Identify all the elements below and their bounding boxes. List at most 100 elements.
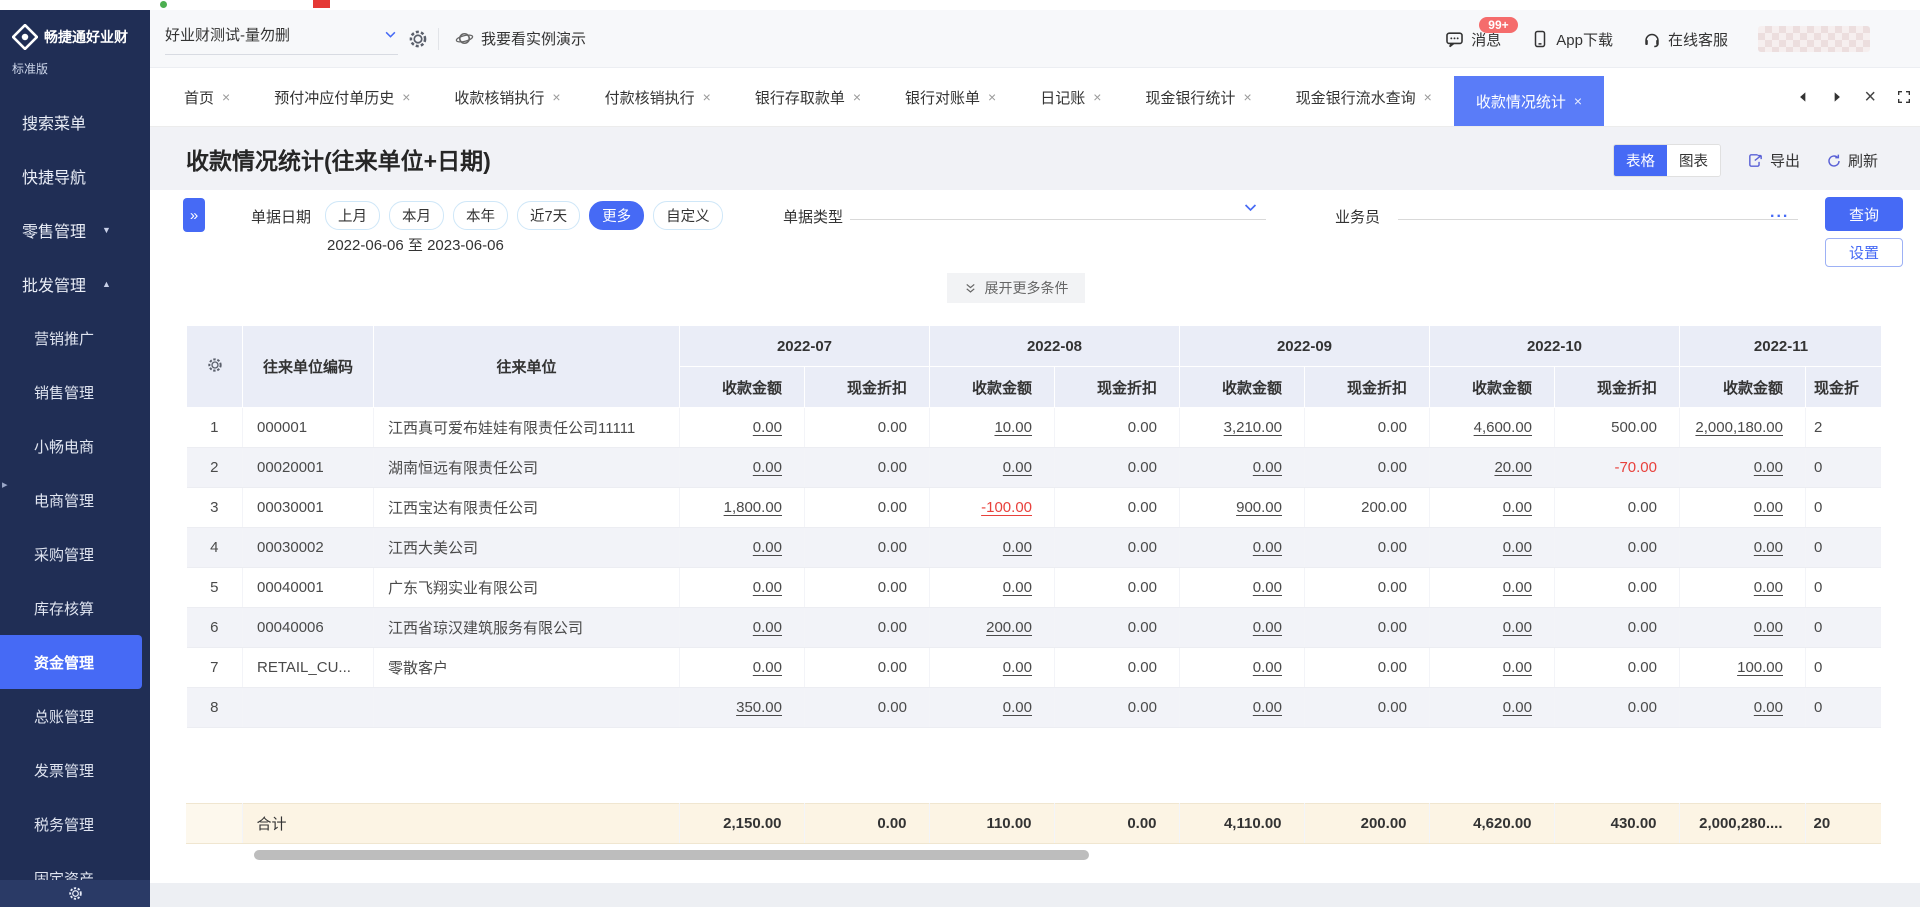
tab-close-icon[interactable]: × (1243, 89, 1251, 105)
amount-link[interactable]: 0.00 (1754, 499, 1783, 516)
salesman-field[interactable] (1398, 190, 1798, 220)
tab-close-icon[interactable]: × (1424, 89, 1432, 105)
amount-link[interactable]: 0.00 (753, 579, 782, 596)
date-pill-更多[interactable]: 更多 (589, 201, 645, 230)
expand-more-filters-button[interactable]: 展开更多条件 (946, 273, 1085, 303)
demo-link[interactable]: 我要看实例演示 (455, 28, 586, 49)
amount-link[interactable]: 0.00 (1253, 579, 1282, 596)
tab-银行存取款单[interactable]: 银行存取款单 × (733, 68, 883, 126)
tab-scroll-right-icon[interactable] (1830, 90, 1844, 104)
sidebar-item-搜索菜单[interactable]: 搜索菜单 (0, 95, 150, 149)
sidebar-item-采购管理[interactable]: 采购管理 (0, 527, 150, 581)
date-pill-上月[interactable]: 上月 (325, 201, 380, 230)
date-pill-本月[interactable]: 本月 (389, 201, 444, 230)
sidebar-item-税务管理[interactable]: 税务管理 (0, 797, 150, 851)
amount-link[interactable]: 0.00 (753, 539, 782, 556)
date-range-value[interactable]: 2022-06-06 至 2023-06-06 (327, 234, 504, 255)
sidebar-item-批发管理[interactable]: 批发管理 ▲ (0, 257, 150, 311)
amount-link[interactable]: 0.00 (1754, 459, 1783, 476)
doc-type-chevron-icon[interactable] (1242, 199, 1259, 216)
amount-link[interactable]: 20.00 (1494, 459, 1532, 476)
header-gear-icon[interactable] (408, 29, 428, 49)
date-pill-近7天[interactable]: 近7天 (517, 201, 581, 230)
tab-close-icon[interactable]: × (1093, 89, 1101, 105)
sidebar-item-电商管理[interactable]: 电商管理 (0, 473, 150, 527)
sidebar-item-固定资产[interactable]: 固定资产 (0, 851, 150, 881)
app-download-button[interactable]: App下载 (1531, 29, 1613, 50)
refresh-button[interactable]: 刷新 (1826, 150, 1878, 171)
sidebar-item-快捷导航[interactable]: 快捷导航 (0, 149, 150, 203)
sidebar-item-总账管理[interactable]: 总账管理 (0, 689, 150, 743)
amount-link[interactable]: 0.00 (753, 619, 782, 636)
amount-link[interactable]: 0.00 (1003, 459, 1032, 476)
filter-collapse-button[interactable]: » (183, 198, 205, 232)
amount-link[interactable]: 0.00 (1253, 539, 1282, 556)
amount-link[interactable]: 0.00 (753, 419, 782, 436)
amount-link[interactable]: 0.00 (1003, 659, 1032, 676)
tab-付款核销执行[interactable]: 付款核销执行 × (583, 68, 733, 126)
amount-link[interactable]: 0.00 (1503, 619, 1532, 636)
amount-link[interactable]: 4,600.00 (1474, 419, 1532, 436)
account-selector[interactable]: 好业财测试-量勿删 (165, 24, 398, 55)
sidebar-item-零售管理[interactable]: 零售管理 ▼ (0, 203, 150, 257)
amount-link[interactable]: 0.00 (1253, 619, 1282, 636)
amount-link[interactable]: 0.00 (1754, 699, 1783, 716)
sidebar-item-营销推广[interactable]: 营销推广 (0, 311, 150, 365)
sidebar-item-小畅电商[interactable]: 小畅电商 (0, 419, 150, 473)
tab-close-icon[interactable]: × (552, 89, 560, 105)
settings-gear-icon[interactable] (68, 886, 83, 901)
amount-link[interactable]: 1,800.00 (724, 499, 782, 516)
amount-link[interactable]: 350.00 (736, 699, 782, 716)
amount-link[interactable]: 200.00 (986, 619, 1032, 636)
tab-现金银行统计[interactable]: 现金银行统计 × (1123, 68, 1273, 126)
amount-link[interactable]: 0.00 (1503, 539, 1532, 556)
export-button[interactable]: 导出 (1747, 150, 1800, 171)
date-pill-本年[interactable]: 本年 (453, 201, 508, 230)
amount-link[interactable]: 0.00 (753, 459, 782, 476)
amount-link[interactable]: 0.00 (1754, 539, 1783, 556)
tab-首页[interactable]: 首页 × (162, 68, 252, 126)
amount-link[interactable]: 0.00 (1003, 699, 1032, 716)
tab-收款情况统计[interactable]: 收款情况统计 × (1453, 76, 1605, 126)
column-settings-gear-icon[interactable] (207, 357, 223, 373)
date-pill-自定义[interactable]: 自定义 (653, 201, 723, 230)
salesman-picker-ellipsis[interactable]: ... (1770, 204, 1789, 222)
view-chart-button[interactable]: 图表 (1666, 145, 1720, 176)
amount-link[interactable]: 0.00 (1754, 619, 1783, 636)
scrollbar-thumb[interactable] (254, 850, 1089, 860)
amount-link[interactable]: 100.00 (1737, 659, 1783, 676)
fullscreen-icon[interactable] (1896, 89, 1912, 105)
amount-link[interactable]: 0.00 (1253, 659, 1282, 676)
amount-link[interactable]: 10.00 (994, 419, 1032, 436)
tab-close-icon[interactable]: × (853, 89, 861, 105)
tab-收款核销执行[interactable]: 收款核销执行 × (432, 68, 582, 126)
amount-link[interactable]: 0.00 (1503, 499, 1532, 516)
tab-close-icon[interactable]: × (988, 89, 996, 105)
view-table-button[interactable]: 表格 (1613, 145, 1667, 176)
amount-link[interactable]: -100.00 (981, 499, 1032, 516)
amount-link[interactable]: 0.00 (1003, 579, 1032, 596)
tab-预付冲应付单历史[interactable]: 预付冲应付单历史 × (252, 68, 432, 126)
tab-日记账[interactable]: 日记账 × (1018, 68, 1123, 126)
amount-link[interactable]: 0.00 (1503, 659, 1532, 676)
tab-银行对账单[interactable]: 银行对账单 × (883, 68, 1018, 126)
tab-close-icon[interactable]: × (1574, 93, 1582, 109)
amount-link[interactable]: 0.00 (1253, 459, 1282, 476)
close-all-tabs-icon[interactable]: × (1864, 86, 1876, 109)
query-button[interactable]: 查询 (1825, 197, 1903, 231)
sidebar-item-销售管理[interactable]: 销售管理 (0, 365, 150, 419)
sidebar-item-资金管理[interactable]: 资金管理 (0, 635, 142, 689)
tab-scroll-left-icon[interactable] (1796, 90, 1810, 104)
messages-button[interactable]: 消息 99+ (1445, 16, 1518, 50)
tab-现金银行流水查询[interactable]: 现金银行流水查询 × (1274, 68, 1454, 126)
amount-link[interactable]: 2,000,180.00 (1695, 419, 1783, 436)
tab-close-icon[interactable]: × (222, 89, 230, 105)
online-service-button[interactable]: 在线客服 (1643, 29, 1728, 50)
amount-link[interactable]: 0.00 (1253, 699, 1282, 716)
amount-link[interactable]: 0.00 (1754, 579, 1783, 596)
amount-link[interactable]: 3,210.00 (1224, 419, 1282, 436)
sidebar-item-库存核算[interactable]: 库存核算 (0, 581, 150, 635)
tab-close-icon[interactable]: × (703, 89, 711, 105)
tab-close-icon[interactable]: × (402, 89, 410, 105)
amount-link[interactable]: 0.00 (753, 659, 782, 676)
